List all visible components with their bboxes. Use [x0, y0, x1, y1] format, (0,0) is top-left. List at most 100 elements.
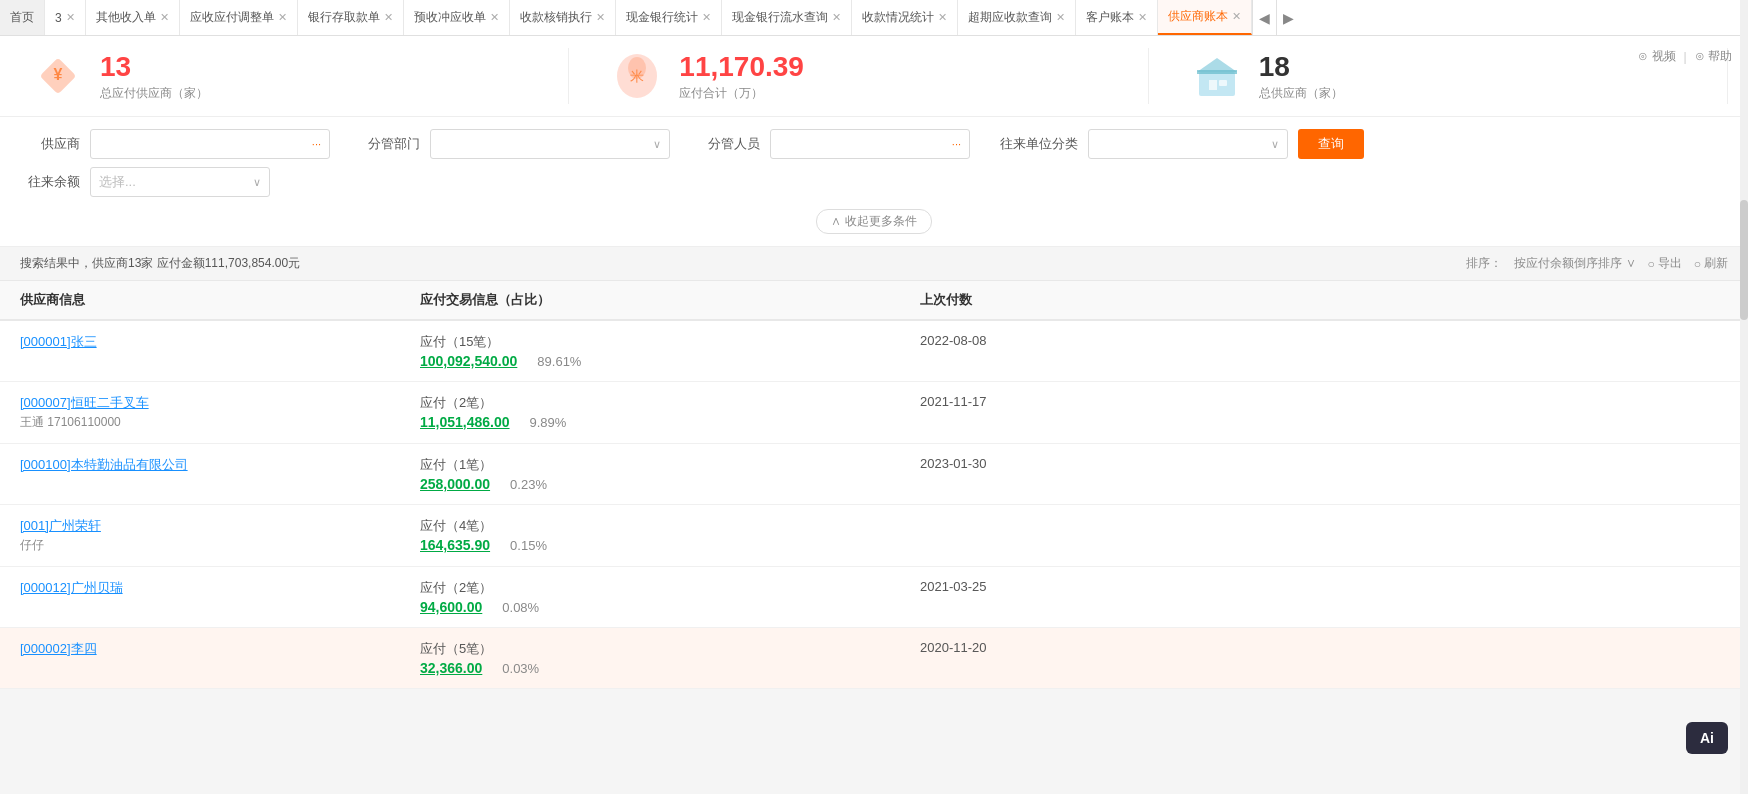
help-link[interactable]: ⊙ 帮助	[1695, 48, 1732, 65]
row-5-supplier: [000002]李四	[20, 640, 420, 660]
category-arrow-icon[interactable]: ∨	[1271, 138, 1279, 151]
row-1-transaction: 应付（2笔） 11,051,486.00 9.89%	[420, 394, 920, 430]
supplier-dots-icon[interactable]: ···	[312, 138, 321, 150]
row-5-supplier-link[interactable]: [000002]李四	[20, 640, 420, 658]
nav-tab-ar-ap-adjust-close[interactable]: ✕	[278, 11, 287, 24]
row-0-supplier-link[interactable]: [000001]张三	[20, 333, 420, 351]
stat-total-suppliers-info: 18 总供应商（家）	[1259, 50, 1343, 103]
row-0-tx-pct: 89.61%	[537, 354, 581, 369]
refresh-label: 刷新	[1704, 255, 1728, 272]
nav-tab-prepay-receivable-close[interactable]: ✕	[490, 11, 499, 24]
nav-tab-ar-ap-adjust-label: 应收应付调整单	[190, 9, 274, 26]
nav-tab-overdue-query-close[interactable]: ✕	[1056, 11, 1065, 24]
scrollbar-thumb[interactable]	[1740, 200, 1748, 320]
nav-arrow-right[interactable]: ▶	[1276, 0, 1300, 35]
dept-arrow-icon[interactable]: ∨	[653, 138, 661, 151]
row-4-tx-amount[interactable]: 94,600.00	[420, 599, 482, 615]
sort-value-text: 按应付余额倒序排序	[1514, 256, 1622, 270]
header-transaction: 应付交易信息（占比）	[420, 291, 920, 309]
row-2-supplier-link[interactable]: [000100]本特勤油品有限公司	[20, 456, 420, 474]
nav-tab-overdue-query[interactable]: 超期应收款查询 ✕	[958, 0, 1076, 35]
row-2-tx-row: 258,000.00 0.23%	[420, 474, 920, 492]
nav-tab-payment-exec-close[interactable]: ✕	[596, 11, 605, 24]
balance-arrow-icon[interactable]: ∨	[253, 176, 261, 189]
nav-tab-bank-deposit[interactable]: 银行存取款单 ✕	[298, 0, 404, 35]
row-1-tx-amount[interactable]: 11,051,486.00	[420, 414, 510, 430]
row-3-tx-pct: 0.15%	[510, 538, 547, 553]
sort-value[interactable]: 按应付余额倒序排序 ∨	[1514, 255, 1635, 272]
row-2-tx-pct: 0.23%	[510, 477, 547, 492]
supplier-input[interactable]: ···	[90, 129, 330, 159]
nav-tab-cash-bank-flow[interactable]: 现金银行流水查询 ✕	[722, 0, 852, 35]
stat-card-ap-suppliers: ¥ 13 总应付供应商（家）	[20, 48, 569, 104]
stat-card-ap-total: 米 11,170.39 应付合计（万）	[569, 48, 1148, 104]
nav-tab-other-income[interactable]: 其他收入单 ✕	[86, 0, 180, 35]
category-input[interactable]: ∨	[1088, 129, 1288, 159]
row-5-last-payment: 2020-11-20	[920, 640, 1728, 655]
row-2-last-payment: 2023-01-30	[920, 456, 1728, 471]
stat-ap-total-label: 应付合计（万）	[679, 85, 804, 102]
nav-tab-prepay-receivable[interactable]: 预收冲应收单 ✕	[404, 0, 510, 35]
svg-marker-6	[1197, 58, 1237, 72]
refresh-button[interactable]: ○ 刷新	[1694, 255, 1728, 272]
collapse-bar: ∧ 收起更多条件	[20, 205, 1728, 234]
row-5-tx-amount[interactable]: 32,366.00	[420, 660, 482, 676]
svg-rect-8	[1219, 80, 1227, 86]
row-3-supplier: [001]广州荣轩 仔仔	[20, 517, 420, 554]
row-3-supplier-link[interactable]: [001]广州荣轩	[20, 517, 420, 535]
row-4-tx-pct: 0.08%	[502, 600, 539, 615]
row-1-tx-pct: 9.89%	[530, 415, 567, 430]
row-2-supplier: [000100]本特勤油品有限公司	[20, 456, 420, 476]
nav-tab-ar-ap-adjust[interactable]: 应收应付调整单 ✕	[180, 0, 298, 35]
nav-tab-home-label: 首页	[10, 9, 34, 26]
table-row: [000001]张三 应付（15笔） 100,092,540.00 89.61%…	[0, 321, 1748, 382]
nav-tab-customer-ledger-close[interactable]: ✕	[1138, 11, 1147, 24]
row-0-tx-amount[interactable]: 100,092,540.00	[420, 353, 517, 369]
dept-input[interactable]: ∨	[430, 129, 670, 159]
filter-row-1: 供应商 ··· 分管部门 ∨ 分管人员 ··· 往来单位分类 ∨ 查询	[20, 129, 1728, 159]
nav-tab-3-label: 3	[55, 11, 62, 25]
person-dots-icon[interactable]: ···	[952, 138, 961, 150]
row-2-tx-amount[interactable]: 258,000.00	[420, 476, 490, 492]
balance-input[interactable]: 选择... ∨	[90, 167, 270, 197]
nav-tab-cash-bank-flow-label: 现金银行流水查询	[732, 9, 828, 26]
collapse-button[interactable]: ∧ 收起更多条件	[816, 209, 931, 234]
row-3-tx-label: 应付（4笔）	[420, 517, 920, 535]
nav-tab-bank-deposit-close[interactable]: ✕	[384, 11, 393, 24]
dept-filter-label: 分管部门	[360, 135, 420, 153]
nav-tab-customer-ledger[interactable]: 客户账本 ✕	[1076, 0, 1158, 35]
nav-tab-supplier-ledger[interactable]: 供应商账本 ✕	[1158, 0, 1252, 35]
row-1-supplier-link[interactable]: [000007]恒旺二手叉车	[20, 394, 420, 412]
category-filter-label: 往来单位分类	[1000, 135, 1078, 153]
sort-arrow-icon: ∨	[1626, 256, 1636, 270]
person-input[interactable]: ···	[770, 129, 970, 159]
svg-rect-9	[1197, 70, 1237, 74]
nav-tab-3[interactable]: 3 ✕	[45, 0, 86, 35]
search-button[interactable]: 查询	[1298, 129, 1364, 159]
stat-total-suppliers-label: 总供应商（家）	[1259, 85, 1343, 102]
nav-tab-other-income-close[interactable]: ✕	[160, 11, 169, 24]
nav-tab-cash-bank-stats-close[interactable]: ✕	[702, 11, 711, 24]
nav-tab-3-close[interactable]: ✕	[66, 11, 75, 24]
video-link[interactable]: ⊙ 视频	[1638, 48, 1675, 65]
nav-tab-payment-stats-close[interactable]: ✕	[938, 11, 947, 24]
row-3-supplier-sub: 仔仔	[20, 537, 420, 554]
row-3-tx-amount[interactable]: 164,635.90	[420, 537, 490, 553]
nav-tab-payment-exec[interactable]: 收款核销执行 ✕	[510, 0, 616, 35]
stat-ap-suppliers-number: 13	[100, 50, 208, 84]
grain-icon: 米	[609, 48, 665, 104]
row-3-transaction: 应付（4笔） 164,635.90 0.15%	[420, 517, 920, 553]
nav-tab-payment-exec-label: 收款核销执行	[520, 9, 592, 26]
nav-tab-payment-stats[interactable]: 收款情况统计 ✕	[852, 0, 958, 35]
stat-ap-total-number: 11,170.39	[679, 50, 804, 84]
export-button[interactable]: ○ 导出	[1648, 255, 1682, 272]
nav-tab-home[interactable]: 首页	[0, 0, 45, 35]
nav-arrow-left[interactable]: ◀	[1252, 0, 1276, 35]
row-4-supplier-link[interactable]: [000012]广州贝瑞	[20, 579, 420, 597]
nav-tab-customer-ledger-label: 客户账本	[1086, 9, 1134, 26]
row-0-supplier: [000001]张三	[20, 333, 420, 353]
nav-tab-supplier-ledger-close[interactable]: ✕	[1232, 10, 1241, 23]
scrollbar-track[interactable]	[1740, 0, 1748, 689]
nav-tab-cash-bank-stats[interactable]: 现金银行统计 ✕	[616, 0, 722, 35]
nav-tab-cash-bank-flow-close[interactable]: ✕	[832, 11, 841, 24]
